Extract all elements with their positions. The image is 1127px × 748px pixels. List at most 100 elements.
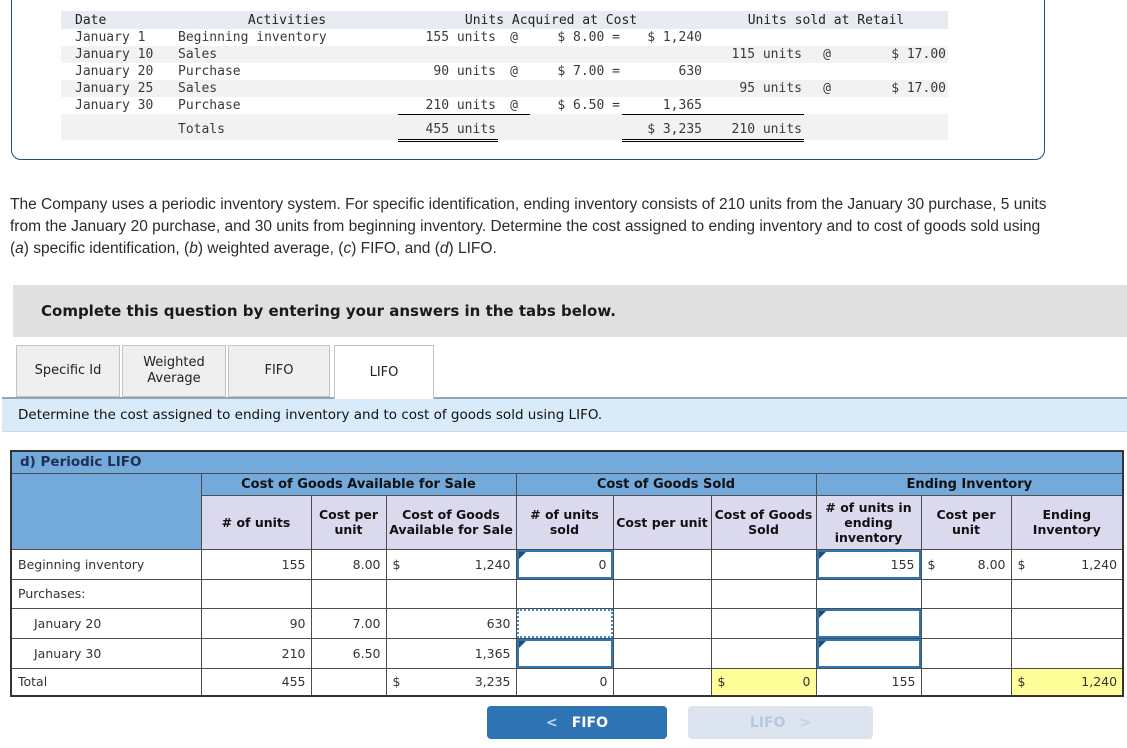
scenario-sold-units (704, 97, 804, 115)
scenario-amount (622, 80, 704, 97)
scenario-units: 155 units (425, 30, 496, 45)
problem-part: ) specific identification, ( (23, 240, 190, 257)
scenario-totals-label: Totals (178, 122, 225, 137)
cost-per-unit-cell (612, 637, 712, 669)
dollar-sign: $ (1017, 556, 1026, 572)
scenario-at2 (804, 63, 850, 80)
scenario-retail: $ 17.00 (891, 81, 946, 96)
lifo-corner-cell (10, 472, 202, 550)
tab-specific-id[interactable]: Specific Id (16, 345, 120, 397)
scenario-at2 (804, 97, 850, 114)
units-sold-input[interactable] (517, 639, 612, 667)
units-ending-input-cell (815, 637, 922, 669)
scenario-at2 (804, 29, 850, 46)
tab-label: FIFO (264, 363, 294, 378)
scenario-at (498, 46, 530, 63)
problem-part: ) weighted average, ( (197, 240, 344, 257)
amount: 1,240 (1081, 674, 1118, 690)
units-sold-input-active[interactable] (517, 609, 612, 637)
amount: 1,240 (474, 556, 511, 572)
units-ending-input[interactable] (817, 550, 920, 578)
scenario-amount: 630 (678, 64, 702, 79)
col-header-cost-per-unit: Cost per unit (310, 494, 387, 550)
ending-inventory-cell (1010, 607, 1124, 639)
tab-weighted-average[interactable]: Weighted Average (122, 345, 226, 397)
scenario-cost (530, 46, 622, 63)
scenario-sold-units (704, 29, 804, 46)
units-cell: 155 (200, 548, 312, 580)
scenario-row: January 25 Sales 95 units @ $ 17.00 (61, 80, 948, 97)
scenario-cost: $ 8.00 = (557, 30, 620, 45)
group-header-ending-inventory: Ending Inventory (815, 472, 1124, 496)
ei-cost-per-unit-cell (920, 637, 1012, 669)
cost-per-unit-cell (612, 548, 712, 580)
tab-fifo[interactable]: FIFO (228, 345, 330, 397)
scenario-at: @ (498, 97, 530, 115)
total-cogs-cell: $0 (710, 667, 817, 697)
problem-text: The Company uses a periodic inventory sy… (10, 194, 1052, 260)
lifo-title: d) Periodic LIFO (10, 450, 1124, 474)
units-sold-input-cell (515, 607, 614, 639)
dollar-sign: $ (1017, 674, 1026, 690)
cost-per-unit-cell: 7.00 (310, 607, 387, 639)
scenario-row: January 20 Purchase 90 units @ $ 7.00 = … (61, 63, 948, 80)
cell-marker-icon (818, 610, 826, 618)
prev-tab-button-fifo[interactable]: < FIFO (487, 706, 667, 739)
tab-label: Weighted Average (143, 355, 205, 386)
scenario-retail (850, 63, 948, 80)
banner: Complete this question by entering your … (13, 285, 1127, 337)
scenario-retail (850, 29, 948, 46)
dollar-sign: $ (392, 674, 401, 690)
next-tab-button-lifo[interactable]: LIFO > (688, 706, 873, 739)
amount: 3,235 (474, 674, 511, 690)
row-purchases: Purchases: (10, 578, 1124, 609)
units-cell: 90 (200, 607, 312, 639)
scenario-cost: $ 6.50 = (557, 98, 620, 113)
scenario-at (498, 80, 530, 97)
problem-part: ) FIFO, and ( (351, 240, 440, 257)
cogs-cell (710, 607, 817, 639)
units-ending-input[interactable] (817, 639, 920, 667)
scenario-units: 90 units (433, 64, 496, 79)
col-header-cogs: Cost of Goods Sold (710, 494, 817, 550)
scenario-date: January 25 (75, 81, 154, 96)
problem-letter-a: a (15, 240, 24, 257)
row-label: January 20 (10, 607, 202, 639)
tab-lifo[interactable]: LIFO (334, 345, 434, 399)
scenario-at: @ (510, 64, 518, 79)
scenario-date: January 30 (75, 98, 154, 113)
scenario-amount (622, 46, 704, 63)
lifo-worksheet: d) Periodic LIFO Cost of Goods Available… (10, 450, 1125, 697)
tab-label: LIFO (369, 364, 399, 380)
tab-label: Specific Id (34, 363, 102, 378)
cost-available-cell: 1,365 (385, 637, 517, 669)
scenario-activity: Sales (178, 81, 218, 96)
scenario-retail (850, 97, 948, 114)
row-january-20: January 20 90 7.00 630 (10, 607, 1124, 639)
scenario-activity: Purchase (178, 98, 241, 113)
scenario-date: January 1 (75, 30, 146, 45)
row-label: Purchases: (10, 578, 202, 609)
scenario-header-row: Date Activities Units Acquired at Cost U… (61, 11, 948, 29)
total-ending-inventory-cell: $1,240 (1010, 667, 1124, 697)
scenario-totals-units: 455 units (398, 114, 498, 142)
scenario-header-date: Date (75, 12, 107, 28)
ending-inventory-cell (1010, 637, 1124, 669)
scenario-header-sold: Units sold at Retail (747, 12, 905, 28)
row-january-30: January 30 210 6.50 1,365 (10, 637, 1124, 669)
scenario-at2: @ (823, 47, 831, 62)
cogs-cell (710, 548, 817, 580)
col-header-units-sold: # of units sold (515, 494, 614, 550)
amount: 1,365 (474, 645, 511, 661)
units-ending-input[interactable] (817, 609, 920, 637)
scenario-date: January 10 (75, 47, 154, 62)
cost-available-cell: 630 (385, 607, 517, 639)
ei-cost-per-unit-cell: $8.00 (920, 548, 1012, 580)
units-ending-input-cell (815, 548, 922, 580)
scenario-sold-units (704, 63, 804, 80)
units-sold-input[interactable] (517, 550, 612, 578)
scenario-amount: $ 1,240 (647, 30, 702, 45)
cell-marker-icon (518, 640, 526, 648)
scenario-units (398, 80, 498, 97)
scenario-cost: $ 7.00 = (557, 64, 620, 79)
